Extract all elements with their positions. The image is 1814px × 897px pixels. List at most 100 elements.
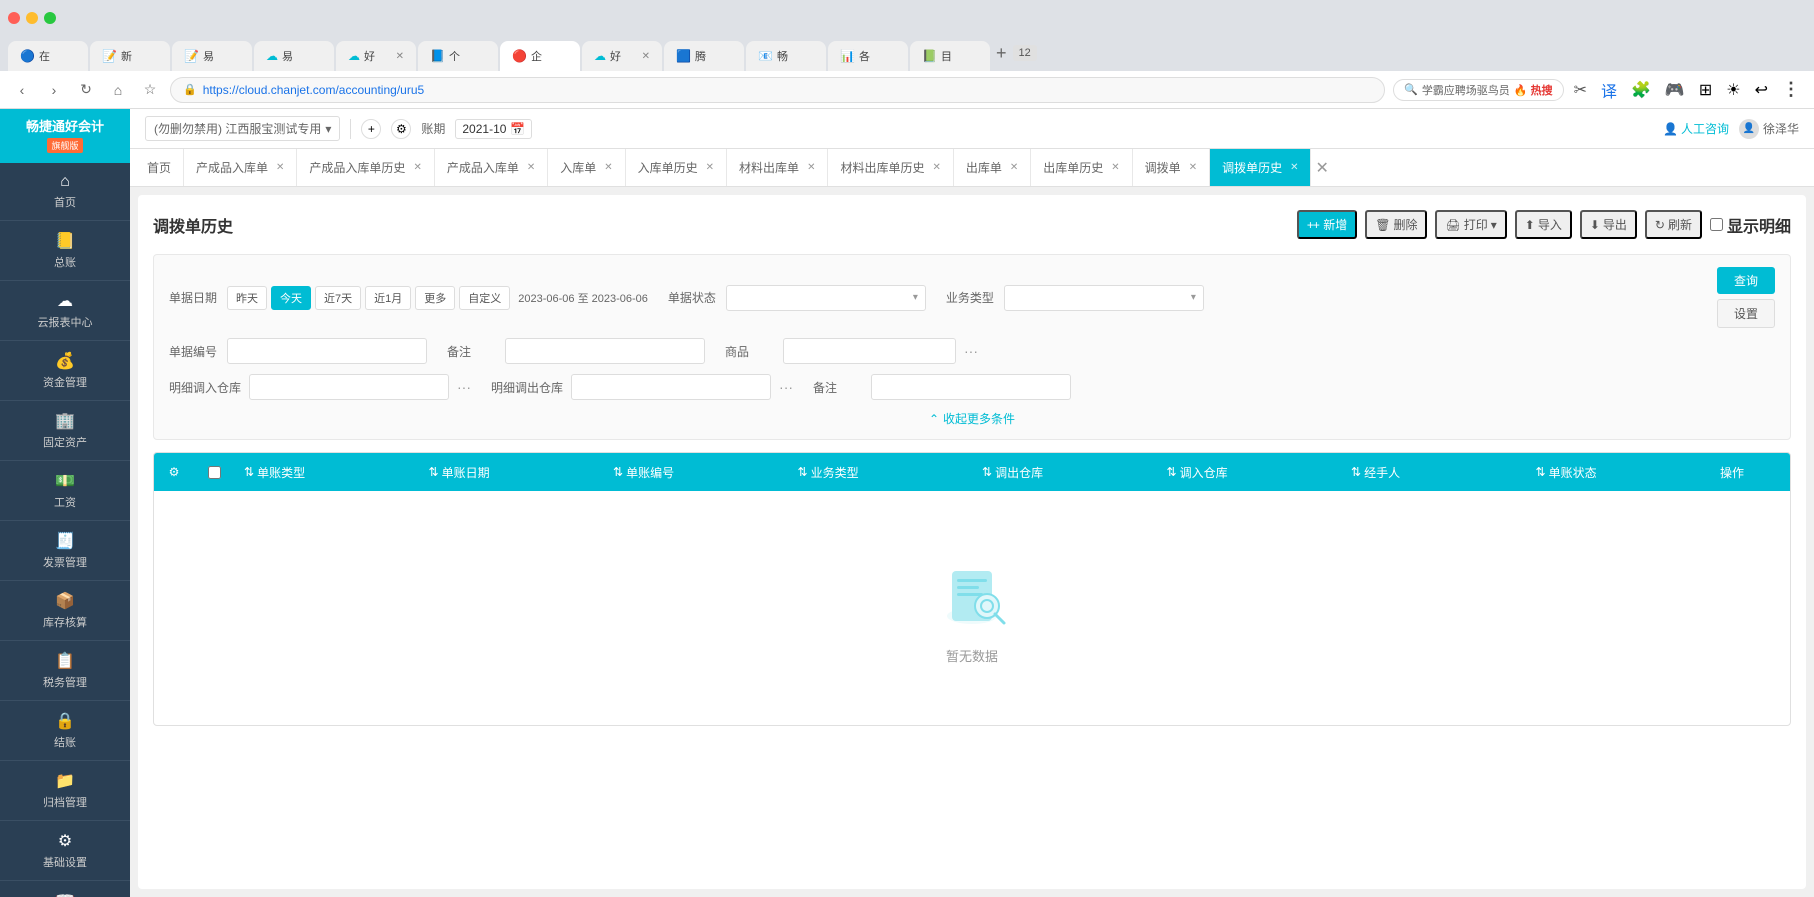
settings-filter-btn[interactable]: 设置 — [1717, 299, 1775, 328]
translate-icon[interactable]: 译 — [1597, 74, 1621, 106]
yesterday-btn[interactable]: 昨天 — [227, 286, 267, 310]
sidebar-item-ledger[interactable]: 📒 总账 — [0, 221, 130, 281]
app-tab-9[interactable]: 出库单历史 ✕ — [1031, 149, 1132, 187]
refresh-btn[interactable]: ↻ 刷新 — [1645, 210, 1702, 239]
sidebar-item-invoice[interactable]: 🧾 发票管理 — [0, 521, 130, 581]
sidebar-item-wages[interactable]: 💵 工资 — [0, 461, 130, 521]
grid-icon[interactable]: ⊞ — [1695, 76, 1716, 104]
browser-tab-10[interactable]: 📧 畅 — [746, 41, 826, 71]
tab-close-9[interactable]: ✕ — [1111, 162, 1119, 173]
maximize-btn[interactable] — [44, 12, 56, 24]
sidebar-item-capital[interactable]: 💰 资金管理 — [0, 341, 130, 401]
th-handler[interactable]: ⇅ 经手人 — [1341, 464, 1526, 481]
note-input[interactable] — [505, 338, 705, 364]
user-info[interactable]: 👤 徐泽华 — [1739, 119, 1799, 139]
status-select[interactable] — [726, 285, 926, 311]
th-type[interactable]: ⇅ 单账类型 — [234, 464, 419, 481]
query-btn[interactable]: 查询 — [1717, 267, 1775, 294]
th-in-warehouse[interactable]: ⇅ 调入仓库 — [1157, 464, 1342, 481]
collapse-btn[interactable]: ⌃ 收起更多条件 — [169, 410, 1775, 427]
th-biz-type[interactable]: ⇅ 业务类型 — [788, 464, 973, 481]
goods-input[interactable] — [783, 338, 956, 364]
tab-close-8[interactable]: ✕ — [1010, 162, 1018, 173]
th-number[interactable]: ⇅ 单账编号 — [603, 464, 788, 481]
export-btn[interactable]: ⬇ 导出 — [1580, 210, 1637, 239]
settings-company-btn[interactable]: ⚙ — [391, 119, 411, 139]
sidebar-item-archive[interactable]: 📁 归档管理 — [0, 761, 130, 821]
minimize-btn[interactable] — [26, 12, 38, 24]
browser-tab-3[interactable]: 📝 易 — [172, 41, 252, 71]
app-tab-11-active[interactable]: 调拨单历史 ✕ — [1210, 149, 1311, 187]
tab-close-2[interactable]: ✕ — [413, 162, 421, 173]
custom-btn[interactable]: 自定义 — [459, 286, 510, 310]
history-icon[interactable]: ↩ — [1751, 76, 1772, 104]
home-nav-btn[interactable]: ⌂ — [106, 78, 130, 102]
import-btn[interactable]: ⬆ 导入 — [1515, 210, 1572, 239]
th-check[interactable] — [194, 466, 234, 479]
th-date[interactable]: ⇅ 单账日期 — [419, 464, 604, 481]
warehouse-in-dots[interactable]: ··· — [457, 379, 471, 395]
tab-close-6[interactable]: ✕ — [807, 162, 815, 173]
address-bar[interactable]: 🔒 https://cloud.chanjet.com/accounting/u… — [170, 77, 1385, 103]
tab-close-1[interactable]: ✕ — [276, 162, 284, 173]
app-tab-1[interactable]: 产成品入库单 ✕ — [184, 149, 297, 187]
warehouse-in-input[interactable] — [249, 374, 449, 400]
app-tab-2[interactable]: 产成品入库单历史 ✕ — [297, 149, 434, 187]
close-all-tabs-btn[interactable]: ✕ — [1315, 158, 1328, 178]
back-btn[interactable]: ‹ — [10, 78, 34, 102]
type-select[interactable] — [1004, 285, 1204, 311]
last7-btn[interactable]: 近7天 — [315, 286, 361, 310]
browser-tab-4[interactable]: ☁ 易 — [254, 41, 334, 71]
th-settings[interactable]: ⚙ — [154, 465, 194, 479]
number-input[interactable] — [227, 338, 427, 364]
tab-close-5[interactable]: ✕ — [706, 162, 714, 173]
today-btn[interactable]: 今天 — [271, 286, 311, 310]
scissors-icon[interactable]: ✂ — [1570, 76, 1591, 104]
sidebar-item-report[interactable]: ☁ 云报表中心 — [0, 281, 130, 341]
app-tab-8[interactable]: 出库单 ✕ — [954, 149, 1031, 187]
sidebar-item-settings[interactable]: ⚙ 基础设置 — [0, 821, 130, 881]
refresh-nav-btn[interactable]: ↻ — [74, 78, 98, 102]
browser-tab-11[interactable]: 📊 各 — [828, 41, 908, 71]
app-tab-10[interactable]: 调拨单 ✕ — [1133, 149, 1210, 187]
browser-tab-12[interactable]: 📗 目 — [910, 41, 990, 71]
sidebar-item-home[interactable]: ⌂ 首页 — [0, 163, 130, 221]
forward-btn[interactable]: › — [42, 78, 66, 102]
browser-tab-6[interactable]: 📘 个 — [418, 41, 498, 71]
tab-close-10[interactable]: ✕ — [1189, 162, 1197, 173]
sidebar-item-tax[interactable]: 📋 税务管理 — [0, 641, 130, 701]
warehouse-out-dots[interactable]: ··· — [779, 379, 793, 395]
extension-icon[interactable]: 🧩 — [1627, 76, 1655, 104]
sidebar-item-assets[interactable]: 🏢 固定资产 — [0, 401, 130, 461]
tab-close-4[interactable]: ✕ — [604, 162, 612, 173]
service-btn[interactable]: 👤 人工咨询 — [1663, 120, 1729, 137]
tab-close-7[interactable]: ✕ — [932, 162, 940, 173]
sidebar-item-inventory[interactable]: 📦 库存核算 — [0, 581, 130, 641]
th-out-warehouse[interactable]: ⇅ 调出仓库 — [972, 464, 1157, 481]
browser-tab-8[interactable]: ☁ 好 ✕ — [582, 41, 662, 71]
tab-close-11[interactable]: ✕ — [1290, 162, 1298, 173]
sidebar-item-guide[interactable]: 📖 新手引导 — [0, 881, 130, 897]
tab-close-3[interactable]: ✕ — [527, 162, 535, 173]
app-tab-5[interactable]: 入库单历史 ✕ — [626, 149, 727, 187]
app-tab-6[interactable]: 材料出库单 ✕ — [727, 149, 828, 187]
game-icon[interactable]: 🎮 — [1661, 76, 1689, 104]
tab-close-icon-2[interactable]: ✕ — [642, 51, 650, 62]
app-tab-3[interactable]: 产成品入库单 ✕ — [435, 149, 548, 187]
browser-tab-7-active[interactable]: 🔴 企 — [500, 41, 580, 71]
display-toggle-checkbox[interactable] — [1710, 218, 1723, 231]
browser-tab-2[interactable]: 📝 新 — [90, 41, 170, 71]
note2-input[interactable] — [871, 374, 1071, 400]
last-month-btn[interactable]: 近1月 — [365, 286, 411, 310]
select-all-checkbox[interactable] — [208, 466, 221, 479]
menu-icon[interactable]: ⋮ — [1778, 75, 1804, 104]
goods-more-dots[interactable]: ··· — [964, 343, 978, 359]
close-window-btn[interactable] — [8, 12, 20, 24]
tab-close-icon[interactable]: ✕ — [396, 51, 404, 62]
sun-icon[interactable]: ☀ — [1722, 76, 1744, 104]
app-tab-7[interactable]: 材料出库单历史 ✕ — [828, 149, 953, 187]
browser-tab-9[interactable]: 🟦 腾 — [664, 41, 744, 71]
delete-btn[interactable]: 🗑 删除 — [1365, 210, 1427, 239]
company-selector[interactable]: (勿删勿禁用) 江西服宝测试专用 ▾ — [145, 116, 340, 141]
sidebar-item-close[interactable]: 🔒 结账 — [0, 701, 130, 761]
